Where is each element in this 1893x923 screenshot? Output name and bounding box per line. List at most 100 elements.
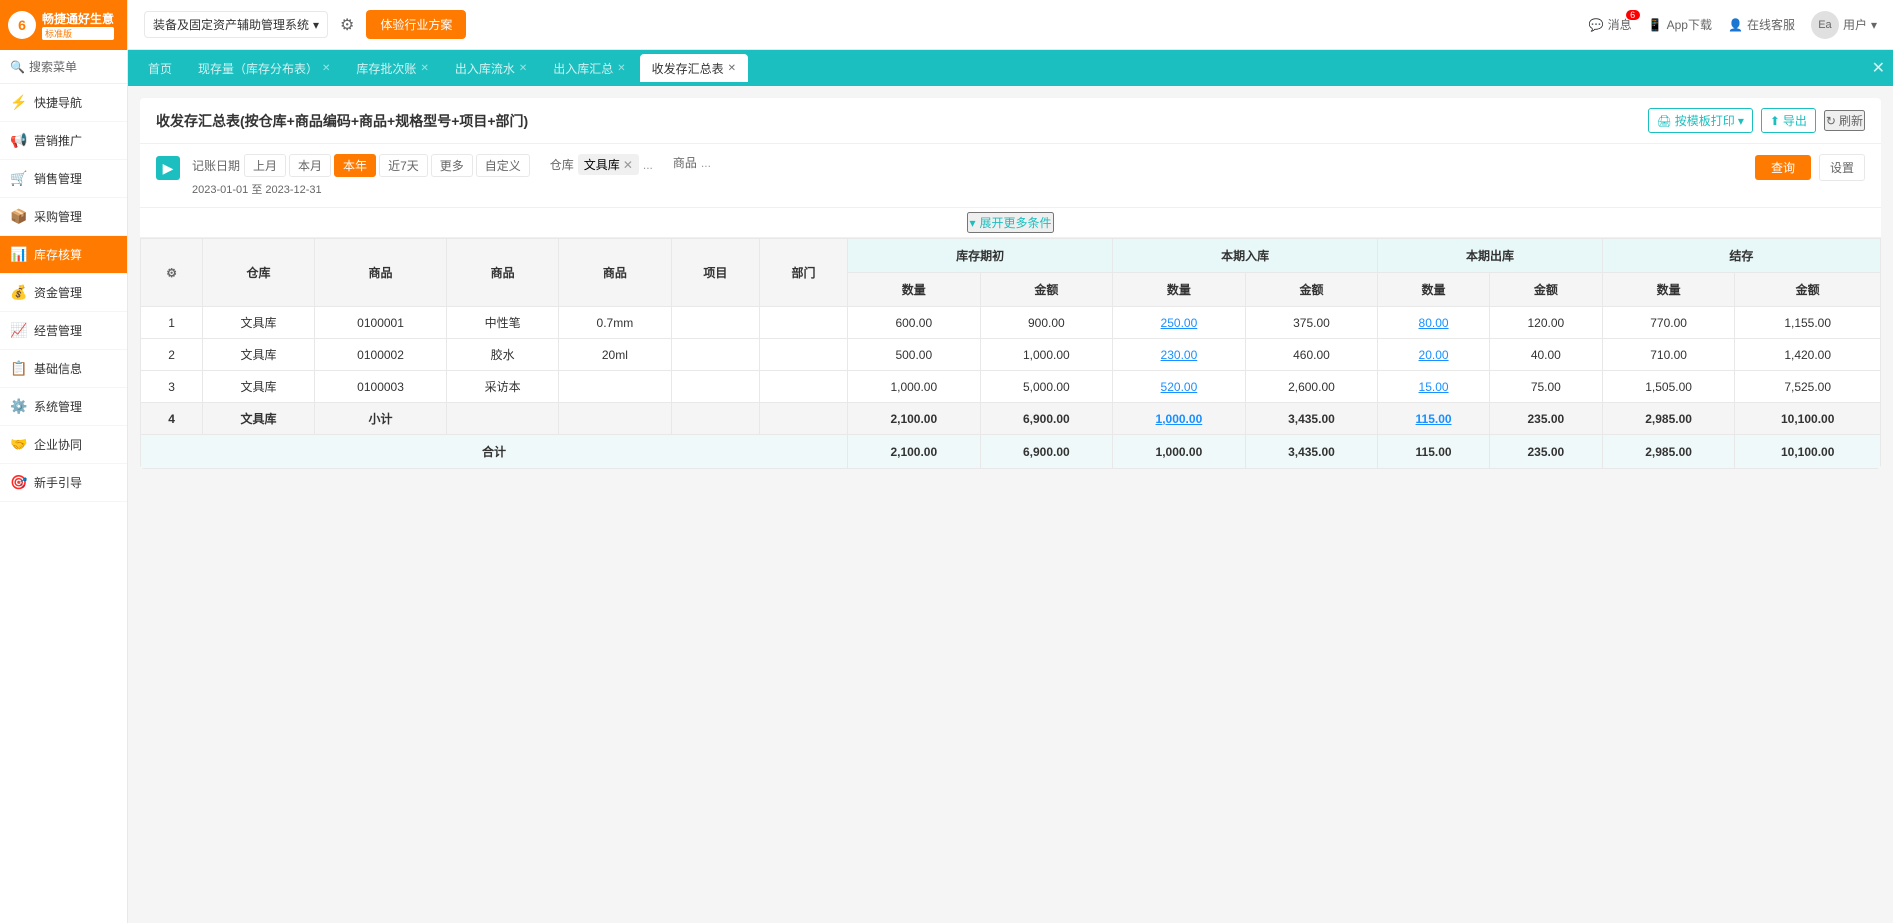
print-button[interactable]: 🖨 按模板打印 ▾: [1648, 108, 1753, 133]
settings-gear-icon[interactable]: ⚙: [340, 15, 354, 35]
warehouse-tag: 文具库 ✕: [578, 154, 639, 175]
cell-warehouse-1: 文具库: [203, 307, 315, 339]
cell-balance-amount-1: 1,155.00: [1735, 307, 1881, 339]
date-btn-custom[interactable]: 自定义: [476, 154, 530, 177]
sidebar-search-label: 搜索菜单: [29, 58, 77, 75]
subtotal-in-qty[interactable]: 1,000.00: [1113, 403, 1246, 435]
product-more-icon[interactable]: ...: [701, 156, 711, 170]
subtotal-out-amount: 235.00: [1489, 403, 1602, 435]
sidebar-item-inventory[interactable]: 📊 库存核算: [0, 236, 127, 274]
col-header-project: 项目: [671, 239, 759, 307]
avatar: Ea: [1811, 11, 1839, 39]
filter-action-buttons: 查询 设置: [1755, 154, 1865, 181]
warehouse-more-icon[interactable]: ...: [643, 158, 653, 172]
sidebar-item-quick-nav[interactable]: ⚡ 快捷导航: [0, 84, 127, 122]
tab-batch[interactable]: 库存批次账 ✕: [344, 54, 440, 82]
print-icon: 🖨: [1657, 114, 1672, 128]
app-download-action[interactable]: 📱 App下载: [1648, 16, 1712, 33]
cell-in-qty-2[interactable]: 230.00: [1113, 339, 1246, 371]
sidebar-item-operations[interactable]: 📈 经营管理: [0, 312, 127, 350]
tab-close-batch[interactable]: ✕: [420, 63, 428, 74]
subtotal-balance-qty: 2,985.00: [1602, 403, 1735, 435]
topbar-actions: 💬 消息 6 📱 App下载 👤 在线客服 Ea 用户 ▾: [1589, 11, 1877, 39]
chevron-down-icon: ▾: [313, 18, 319, 32]
print-chevron-icon: ▾: [1738, 114, 1744, 128]
subtotal-opening-amount: 6,900.00: [980, 403, 1113, 435]
tab-close-inventory-dist[interactable]: ✕: [322, 63, 330, 74]
trial-button[interactable]: 体验行业方案: [366, 10, 466, 39]
table-wrapper: ⚙ 仓库 商品 商品 商品: [140, 238, 1881, 469]
message-action[interactable]: 💬 消息 6: [1589, 16, 1632, 33]
page-content: 收发存汇总表(按仓库+商品编码+商品+规格型号+项目+部门) 🖨 按模板打印 ▾…: [128, 86, 1893, 923]
cell-out-qty-2[interactable]: 20.00: [1378, 339, 1490, 371]
col-header-opening-amount: 金额: [980, 273, 1113, 307]
cell-in-amount-1: 375.00: [1245, 307, 1378, 339]
date-btn-this-month[interactable]: 本月: [289, 154, 331, 177]
date-btn-more[interactable]: 更多: [431, 154, 473, 177]
tab-inout-summary[interactable]: 出入库汇总 ✕: [541, 54, 637, 82]
cell-in-qty-3[interactable]: 520.00: [1113, 371, 1246, 403]
date-filter-controls: 记账日期 上月 本月 本年 近7天 更多 自定义: [192, 154, 530, 177]
tab-close-inout-summary[interactable]: ✕: [617, 63, 625, 74]
online-service-action[interactable]: 👤 在线客服: [1728, 16, 1795, 33]
filter-toggle-button[interactable]: ▶: [156, 156, 180, 180]
tab-inout-flow[interactable]: 出入库流水 ✕: [443, 54, 539, 82]
cell-in-qty-1[interactable]: 250.00: [1113, 307, 1246, 339]
cell-product-spec-2: 20ml: [558, 339, 671, 371]
tab-close-inout-flow[interactable]: ✕: [519, 63, 527, 74]
tab-close-recv-send[interactable]: ✕: [728, 63, 736, 74]
export-button[interactable]: ⬆ 导出: [1761, 108, 1816, 133]
table-row: 1 文具库 0100001 中性笔 0.7mm 600.00 900.00 25…: [141, 307, 1881, 339]
quick-nav-icon: ⚡: [10, 94, 28, 111]
col-header-settings: ⚙: [141, 239, 203, 307]
subtotal-out-qty-link: 115.00: [1416, 412, 1452, 426]
cell-out-qty-1[interactable]: 80.00: [1378, 307, 1490, 339]
total-row: 合计 2,100.00 6,900.00 1,000.00 3,435.00 1…: [141, 435, 1881, 469]
total-in-qty: 1,000.00: [1113, 435, 1246, 469]
sidebar-item-enterprise[interactable]: 🤝 企业协同: [0, 426, 127, 464]
subtotal-empty-3: [671, 403, 759, 435]
col-group-period-out: 本期出库: [1378, 239, 1603, 273]
sidebar-item-system[interactable]: ⚙️ 系统管理: [0, 388, 127, 426]
tab-recv-send[interactable]: 收发存汇总表 ✕: [640, 54, 748, 82]
subtotal-empty-1: [447, 403, 559, 435]
cell-out-qty-3[interactable]: 15.00: [1378, 371, 1490, 403]
cell-opening-amount-3: 5,000.00: [980, 371, 1113, 403]
col-group-period-in: 本期入库: [1113, 239, 1378, 273]
page-header: 收发存汇总表(按仓库+商品编码+商品+规格型号+项目+部门) 🖨 按模板打印 ▾…: [140, 98, 1881, 144]
sidebar-item-basic-info[interactable]: 📋 基础信息: [0, 350, 127, 388]
tab-home[interactable]: 首页: [136, 54, 184, 82]
subtotal-out-qty[interactable]: 115.00: [1378, 403, 1490, 435]
refresh-button[interactable]: ↻ 刷新: [1824, 110, 1865, 131]
table-gear-icon[interactable]: ⚙: [166, 266, 177, 280]
setting-button[interactable]: 设置: [1819, 154, 1865, 181]
sidebar-item-sales[interactable]: 🛒 销售管理: [0, 160, 127, 198]
sidebar-item-marketing[interactable]: 📢 营销推广: [0, 122, 127, 160]
tab-inventory-dist[interactable]: 现存量（库存分布表） ✕: [186, 54, 342, 82]
operations-icon: 📈: [10, 322, 28, 339]
user-action[interactable]: Ea 用户 ▾: [1811, 11, 1877, 39]
cell-project-2: [671, 339, 759, 371]
total-out-qty: 115.00: [1378, 435, 1490, 469]
sidebar-search[interactable]: 🔍 搜索菜单: [0, 50, 127, 84]
warehouse-filter-label: 仓库: [550, 156, 574, 173]
sidebar-item-label: 快捷导航: [34, 94, 82, 111]
cell-product-code-3: 0100003: [314, 371, 447, 403]
sidebar-item-finance[interactable]: 💰 资金管理: [0, 274, 127, 312]
date-btn-7days[interactable]: 近7天: [379, 154, 428, 177]
product-filter-label: 商品: [673, 154, 697, 171]
date-btn-this-year[interactable]: 本年: [334, 154, 376, 177]
sidebar-item-guide[interactable]: 🎯 新手引导: [0, 464, 127, 502]
query-button[interactable]: 查询: [1755, 155, 1811, 180]
total-balance-qty: 2,985.00: [1602, 435, 1735, 469]
system-select[interactable]: 装备及固定资产辅助管理系统 ▾: [144, 11, 328, 38]
date-btn-last-month[interactable]: 上月: [244, 154, 286, 177]
tab-batch-label: 库存批次账: [356, 60, 416, 77]
warehouse-tag-close-icon[interactable]: ✕: [623, 158, 633, 172]
total-in-amount: 3,435.00: [1245, 435, 1378, 469]
date-filter-buttons: 上月 本月 本年 近7天 更多 自定义: [244, 154, 530, 177]
sidebar-item-purchase[interactable]: 📦 采购管理: [0, 198, 127, 236]
expand-conditions-button[interactable]: ▾ 展开更多条件: [967, 212, 1053, 233]
user-initial: Ea: [1818, 19, 1831, 31]
close-all-tabs-icon[interactable]: ✕: [1872, 58, 1885, 78]
